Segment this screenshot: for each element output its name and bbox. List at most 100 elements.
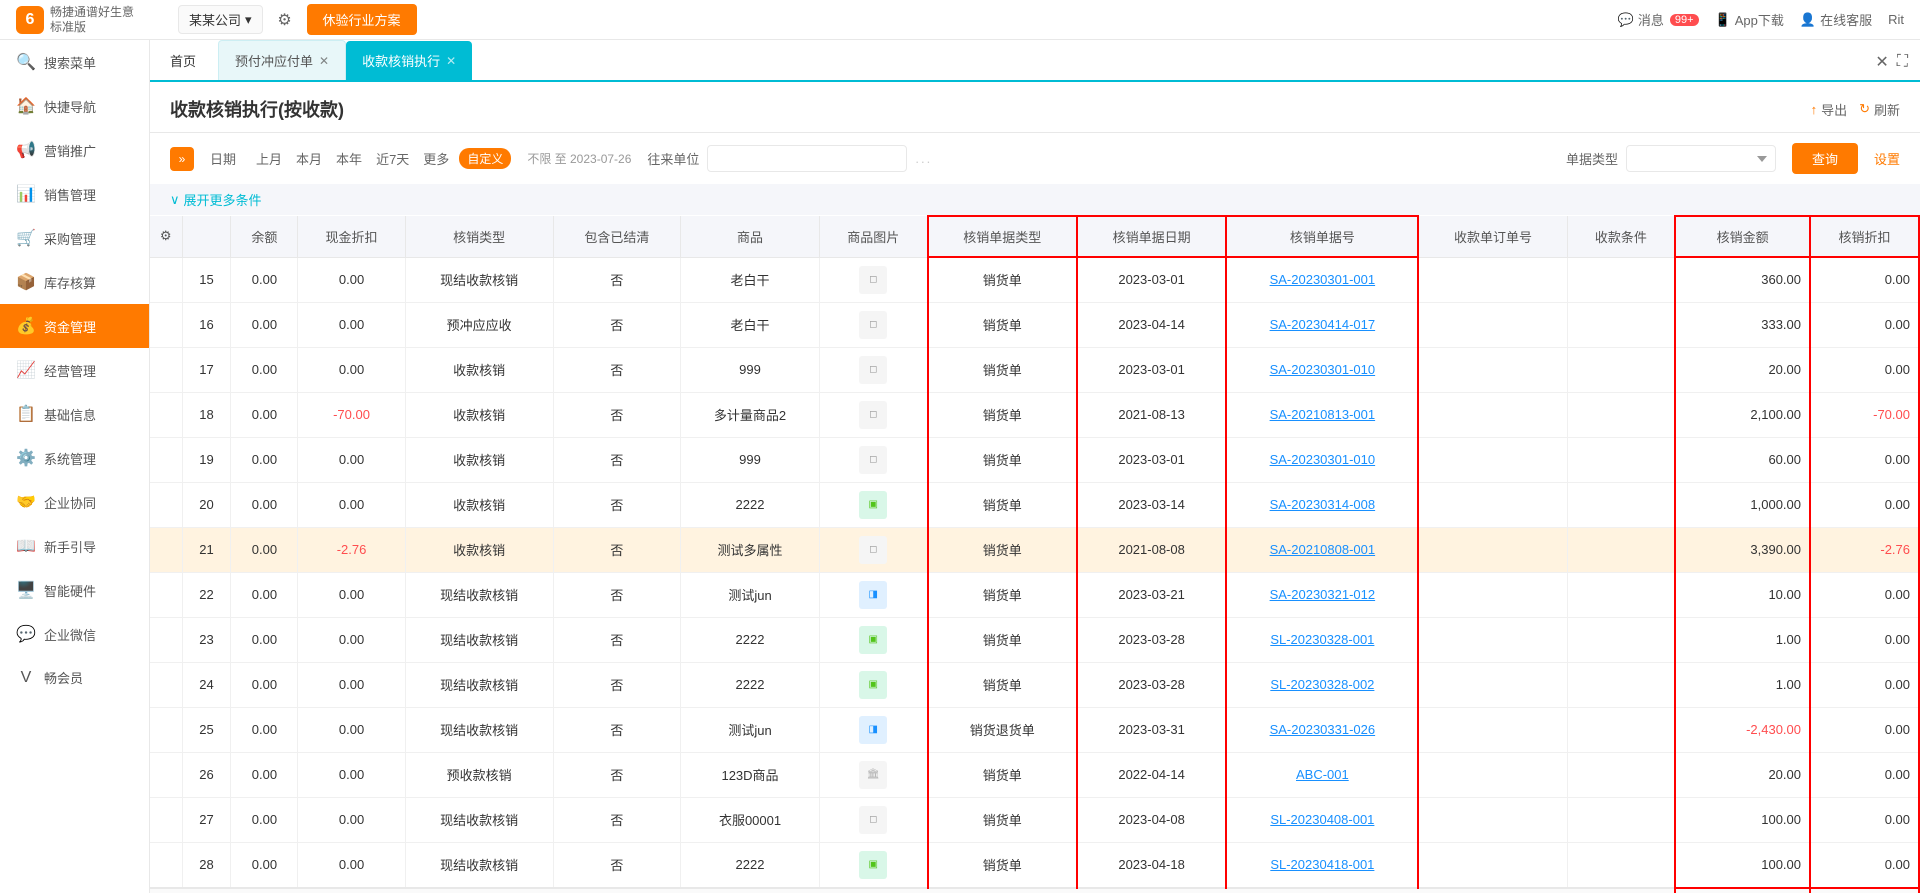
sidebar-label-search: 搜索菜单: [44, 53, 96, 72]
filter-expand-btn[interactable]: »: [170, 147, 194, 171]
cell-balance: 0.00: [231, 302, 298, 347]
cell-verify-bill-no[interactable]: SA-20230321-012: [1226, 572, 1418, 617]
tab-prepay[interactable]: 预付冲应付单 ✕: [218, 40, 346, 80]
cell-verify-bill-no[interactable]: SA-20230414-017: [1226, 302, 1418, 347]
sidebar-item-inventory[interactable]: 📦 库存核算: [0, 260, 149, 304]
export-button[interactable]: ↑ 导出: [1811, 100, 1848, 119]
cell-receipt-order-no: [1418, 527, 1567, 572]
sidebar-item-purchase[interactable]: 🛒 采购管理: [0, 216, 149, 260]
col-header-included-settled: 包含已结清: [553, 216, 681, 257]
sidebar-item-marketing[interactable]: 📢 营销推广: [0, 128, 149, 172]
cell-verify-bill-type: 销货单: [928, 347, 1077, 392]
total-label: [150, 888, 1675, 893]
cell-goods-img: ◻: [819, 302, 927, 347]
sidebar-item-collab[interactable]: 🤝 企业协同: [0, 480, 149, 524]
gear-icon[interactable]: ⚙: [160, 228, 172, 243]
sidebar-item-guide[interactable]: 📖 新手引导: [0, 524, 149, 568]
sidebar-item-sales[interactable]: 📊 销售管理: [0, 172, 149, 216]
product-img: 🏛: [859, 761, 887, 789]
settings-link[interactable]: 设置: [1874, 149, 1900, 168]
cell-verify-discount: 0.00: [1810, 572, 1919, 617]
cell-verify-type: 现结收款核销: [405, 617, 553, 662]
sidebar-item-base-info[interactable]: 📋 基础信息: [0, 392, 149, 436]
cell-receipt-cond: [1567, 662, 1675, 707]
cell-verify-bill-no[interactable]: SL-20230408-001: [1226, 797, 1418, 842]
date-this-year[interactable]: 本年: [332, 147, 366, 170]
refresh-button[interactable]: ↻ 刷新: [1859, 100, 1900, 119]
cell-verify-bill-no[interactable]: SL-20230418-001: [1226, 842, 1418, 888]
date-more[interactable]: 更多: [419, 147, 453, 170]
cell-goods-img: ◻: [819, 392, 927, 437]
online-service-button[interactable]: 👤 在线客服: [1800, 10, 1872, 29]
collab-icon: 🤝: [16, 492, 36, 512]
query-button[interactable]: 查询: [1792, 143, 1858, 174]
company-select[interactable]: 某某公司 ▾: [178, 5, 263, 34]
cell-receipt-order-no: [1418, 797, 1567, 842]
cell-verify-bill-no[interactable]: ABC-001: [1226, 752, 1418, 797]
table-row: 15 0.00 0.00 现结收款核销 否 老白干 ◻ 销货单 2023-03-…: [150, 257, 1919, 302]
cell-verify-bill-no[interactable]: SA-20230331-026: [1226, 707, 1418, 752]
cell-verify-amount: 1.00: [1675, 617, 1810, 662]
cell-goods-img: 🏛: [819, 752, 927, 797]
cell-gear: [150, 752, 182, 797]
cell-verify-discount: 0.00: [1810, 257, 1919, 302]
cell-included-settled: 否: [553, 662, 681, 707]
cell-cash-discount: 0.00: [298, 842, 405, 888]
sidebar-item-member[interactable]: V 畅会员: [0, 656, 149, 699]
cell-verify-discount: 0.00: [1810, 302, 1919, 347]
cell-verify-discount: -2.76: [1810, 527, 1919, 572]
cell-receipt-order-no: [1418, 437, 1567, 482]
sidebar-item-nav[interactable]: 🏠 快捷导航: [0, 84, 149, 128]
tab-maximize-icon[interactable]: ⛶: [1897, 53, 1908, 71]
cell-verify-bill-type: 销货单: [928, 482, 1077, 527]
cell-verify-bill-no[interactable]: SA-20230314-008: [1226, 482, 1418, 527]
cell-verify-bill-no[interactable]: SA-20230301-001: [1226, 257, 1418, 302]
cell-verify-bill-date: 2023-03-28: [1077, 617, 1226, 662]
industry-button[interactable]: 休验行业方案: [307, 4, 417, 35]
date-last-month[interactable]: 上月: [252, 147, 286, 170]
date-this-month[interactable]: 本月: [292, 147, 326, 170]
tab-verify[interactable]: 收款核销执行 ✕: [346, 41, 472, 80]
col-header-gear[interactable]: ⚙: [150, 216, 182, 257]
cell-seq: 28: [182, 842, 231, 888]
sidebar-item-wechat[interactable]: 💬 企业微信: [0, 612, 149, 656]
dropdown-icon: ▾: [245, 12, 252, 28]
cell-verify-bill-no[interactable]: SA-20210813-001: [1226, 392, 1418, 437]
cell-verify-bill-no[interactable]: SA-20230301-010: [1226, 347, 1418, 392]
cell-goods-img: ◨: [819, 707, 927, 752]
settings-icon[interactable]: ⚙: [271, 6, 299, 34]
col-header-balance: 余额: [231, 216, 298, 257]
cell-verify-bill-date: 2021-08-08: [1077, 527, 1226, 572]
cell-verify-bill-no[interactable]: SA-20230301-010: [1226, 437, 1418, 482]
date-custom-btn[interactable]: 自定义: [459, 148, 511, 169]
cell-balance: 0.00: [231, 752, 298, 797]
tab-home[interactable]: 首页: [150, 41, 216, 80]
user-profile[interactable]: Rit: [1888, 12, 1904, 27]
sidebar-item-hardware[interactable]: 🖥️ 智能硬件: [0, 568, 149, 612]
cell-verify-bill-no[interactable]: SL-20230328-002: [1226, 662, 1418, 707]
sidebar-item-search[interactable]: 🔍 搜索菜单: [0, 40, 149, 84]
app-download-button[interactable]: 📱 App下载: [1715, 10, 1784, 29]
total-verify-discount: 952.24: [1810, 888, 1919, 893]
sidebar-item-finance[interactable]: 💰 资金管理: [0, 304, 149, 348]
cell-verify-bill-no[interactable]: SA-20210808-001: [1226, 527, 1418, 572]
message-button[interactable]: 💬 消息 99+: [1618, 10, 1699, 29]
cell-verify-bill-date: 2023-04-14: [1077, 302, 1226, 347]
tab-prepay-close[interactable]: ✕: [319, 54, 329, 68]
from-unit-input[interactable]: [707, 145, 907, 172]
tab-minimize-icon[interactable]: ✕: [1875, 52, 1888, 72]
sidebar-item-management[interactable]: 📈 经营管理: [0, 348, 149, 392]
cell-goods-img: ▣: [819, 617, 927, 662]
date-last-7-days[interactable]: 近7天: [372, 147, 413, 170]
expand-more-row[interactable]: ∨ 展开更多条件: [170, 190, 1900, 209]
cell-verify-bill-type: 销货单: [928, 662, 1077, 707]
cell-receipt-cond: [1567, 707, 1675, 752]
sidebar-item-system[interactable]: ⚙️ 系统管理: [0, 436, 149, 480]
tab-verify-close[interactable]: ✕: [446, 54, 456, 68]
sidebar-label-purchase: 采购管理: [44, 229, 96, 248]
voucher-type-select[interactable]: [1626, 145, 1776, 172]
cell-balance: 0.00: [231, 257, 298, 302]
product-img: ▣: [859, 491, 887, 519]
cell-verify-bill-no[interactable]: SL-20230328-001: [1226, 617, 1418, 662]
col-header-cash-discount: 现金折扣: [298, 216, 405, 257]
